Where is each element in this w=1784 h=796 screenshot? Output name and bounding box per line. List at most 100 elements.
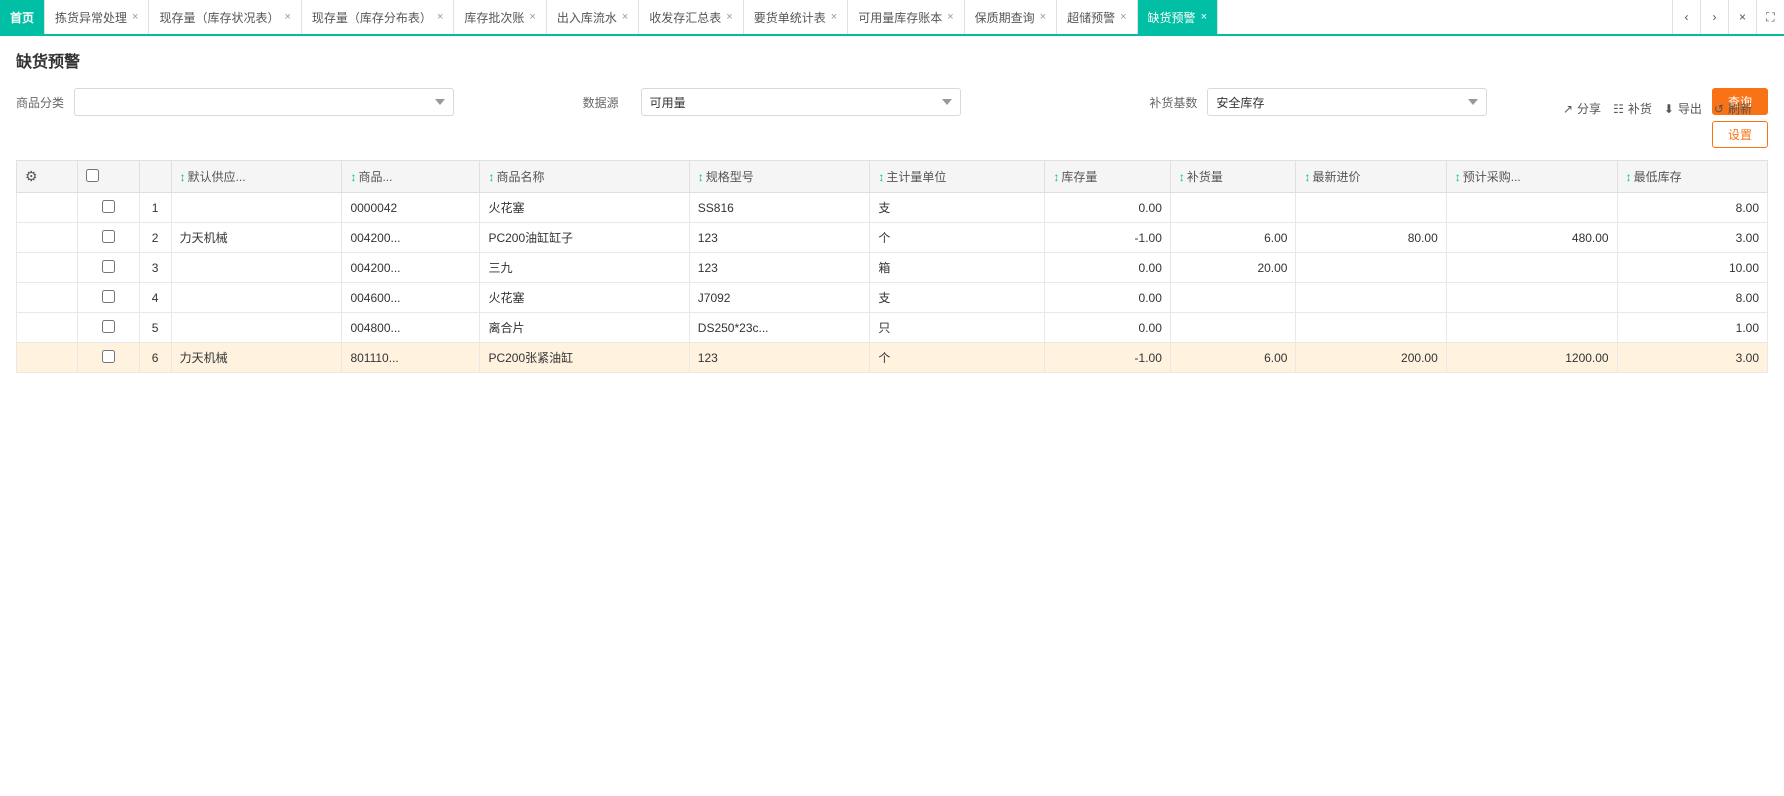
cell-stock: 0.00: [1045, 253, 1171, 283]
filter-area: 商品分类 数据源 可用量 补货基数 安全库存 查询 设置: [16, 88, 1768, 148]
th-product_name[interactable]: ↕商品名称: [480, 161, 689, 193]
tab-close-icon-6[interactable]: ×: [726, 11, 732, 23]
tab-close-icon-8[interactable]: ×: [947, 11, 953, 23]
cell-latest_price: [1296, 253, 1446, 283]
cell-unit: 箱: [870, 253, 1045, 283]
tab-close-icon-5[interactable]: ×: [622, 11, 628, 23]
nav-tab-3[interactable]: 现存量（库存分布表）×: [302, 0, 454, 35]
cell-min_stock: 8.00: [1617, 283, 1767, 313]
nav-prev-btn[interactable]: ‹: [1672, 0, 1700, 35]
tab-close-icon-3[interactable]: ×: [437, 11, 443, 23]
cell-spec: 123: [689, 223, 870, 253]
nav-tab-5[interactable]: 出入库流水×: [547, 0, 639, 35]
row-checkbox-cell[interactable]: [77, 253, 139, 283]
cell-spec: DS250*23c...: [689, 313, 870, 343]
cell-unit: 个: [870, 343, 1045, 373]
datasource-select[interactable]: 可用量: [641, 88, 961, 116]
cell-product_code: 004600...: [342, 283, 480, 313]
cell-default_supplier: [171, 253, 342, 283]
nav-tab-0[interactable]: 首页: [0, 0, 45, 35]
nav-tab-1[interactable]: 拣货异常处理×: [45, 0, 149, 35]
nav-fullscreen-btn[interactable]: ⛶: [1756, 0, 1784, 35]
nav-tab-11[interactable]: 缺货预警×: [1138, 0, 1218, 35]
nav-tab-8[interactable]: 可用量库存账本×: [848, 0, 964, 35]
replenish-base-value: 安全库存: [1216, 94, 1264, 111]
nav-tab-4[interactable]: 库存批次账×: [454, 0, 546, 35]
cell-stock: 0.00: [1045, 283, 1171, 313]
cell-latest_price: [1296, 283, 1446, 313]
row-checkbox[interactable]: [102, 290, 115, 303]
tab-close-icon-10[interactable]: ×: [1120, 11, 1126, 23]
cell-product_name: PC200油缸缸子: [480, 223, 689, 253]
table-row: 6力天机械801110...PC200张紧油缸123个-1.006.00200.…: [17, 343, 1768, 373]
cell-min_stock: 10.00: [1617, 253, 1767, 283]
replenish-label: 补货: [1628, 100, 1652, 117]
tab-close-icon-9[interactable]: ×: [1040, 11, 1046, 23]
cell-replenish: [1170, 283, 1296, 313]
cell-product_name: 三九: [480, 253, 689, 283]
tab-close-icon-4[interactable]: ×: [529, 11, 535, 23]
nav-tab-2[interactable]: 现存量（库存状况表）×: [149, 0, 301, 35]
cell-spec: SS816: [689, 193, 870, 223]
cell-default_supplier: [171, 193, 342, 223]
row-checkbox-cell[interactable]: [77, 193, 139, 223]
row-checkbox-cell[interactable]: [77, 283, 139, 313]
cell-latest_price: 200.00: [1296, 343, 1446, 373]
share-action[interactable]: ↗ 分享: [1563, 100, 1601, 117]
th-unit[interactable]: ↕主计量单位: [870, 161, 1045, 193]
tab-close-icon-11[interactable]: ×: [1201, 11, 1207, 23]
tab-close-icon-7[interactable]: ×: [831, 11, 837, 23]
category-select[interactable]: [74, 88, 454, 116]
replenish-action[interactable]: ☷ 补货: [1613, 100, 1652, 117]
nav-next-btn[interactable]: ›: [1700, 0, 1728, 35]
th-gear[interactable]: ⚙: [17, 161, 78, 193]
row-checkbox-cell[interactable]: [77, 313, 139, 343]
th-default_supplier[interactable]: ↕默认供应...: [171, 161, 342, 193]
data-table: ⚙↕默认供应...↕商品...↕商品名称↕规格型号↕主计量单位↕库存量↕补货量↕…: [16, 160, 1768, 373]
cell-stock: 0.00: [1045, 313, 1171, 343]
row-number: 6: [139, 343, 171, 373]
row-gear: [17, 283, 78, 313]
export-action[interactable]: ⬇ 导出: [1664, 100, 1702, 117]
row-checkbox[interactable]: [102, 350, 115, 363]
share-icon: ↗: [1563, 102, 1573, 116]
th-checkbox[interactable]: [77, 161, 139, 193]
cell-product_code: 0000042: [342, 193, 480, 223]
header-checkbox[interactable]: [86, 169, 99, 182]
th-stock[interactable]: ↕库存量: [1045, 161, 1171, 193]
row-checkbox-cell[interactable]: [77, 223, 139, 253]
nav-tab-10[interactable]: 超储预警×: [1057, 0, 1137, 35]
cell-unit: 支: [870, 283, 1045, 313]
row-gear: [17, 193, 78, 223]
tab-close-icon-1[interactable]: ×: [132, 11, 138, 23]
cell-product_name: 火花塞: [480, 283, 689, 313]
tab-close-icon-2[interactable]: ×: [284, 11, 290, 23]
cell-spec: 123: [689, 253, 870, 283]
cell-product_code: 004200...: [342, 253, 480, 283]
refresh-action[interactable]: ↺ 刷新: [1714, 100, 1752, 117]
cell-estimated_purchase: 480.00: [1446, 223, 1617, 253]
table-header: ⚙↕默认供应...↕商品...↕商品名称↕规格型号↕主计量单位↕库存量↕补货量↕…: [17, 161, 1768, 193]
th-product_code[interactable]: ↕商品...: [342, 161, 480, 193]
th-estimated_purchase[interactable]: ↕预计采购...: [1446, 161, 1617, 193]
replenish-base-label: 补货基数: [1149, 94, 1199, 111]
cell-latest_price: 80.00: [1296, 223, 1446, 253]
nav-tab-7[interactable]: 要货单统计表×: [744, 0, 848, 35]
th-min_stock[interactable]: ↕最低库存: [1617, 161, 1767, 193]
th-latest_price[interactable]: ↕最新进价: [1296, 161, 1446, 193]
row-checkbox[interactable]: [102, 320, 115, 333]
table-row: 2力天机械004200...PC200油缸缸子123个-1.006.0080.0…: [17, 223, 1768, 253]
cell-replenish: [1170, 313, 1296, 343]
replenish-base-select[interactable]: 安全库存: [1207, 88, 1487, 116]
row-checkbox-cell[interactable]: [77, 343, 139, 373]
nav-tab-9[interactable]: 保质期查询×: [965, 0, 1057, 35]
cell-default_supplier: [171, 313, 342, 343]
th-replenish[interactable]: ↕补货量: [1170, 161, 1296, 193]
settings-button[interactable]: 设置: [1712, 121, 1768, 148]
th-spec[interactable]: ↕规格型号: [689, 161, 870, 193]
nav-close-tab-btn[interactable]: ×: [1728, 0, 1756, 35]
row-checkbox[interactable]: [102, 200, 115, 213]
row-checkbox[interactable]: [102, 260, 115, 273]
row-checkbox[interactable]: [102, 230, 115, 243]
nav-tab-6[interactable]: 收发存汇总表×: [639, 0, 743, 35]
